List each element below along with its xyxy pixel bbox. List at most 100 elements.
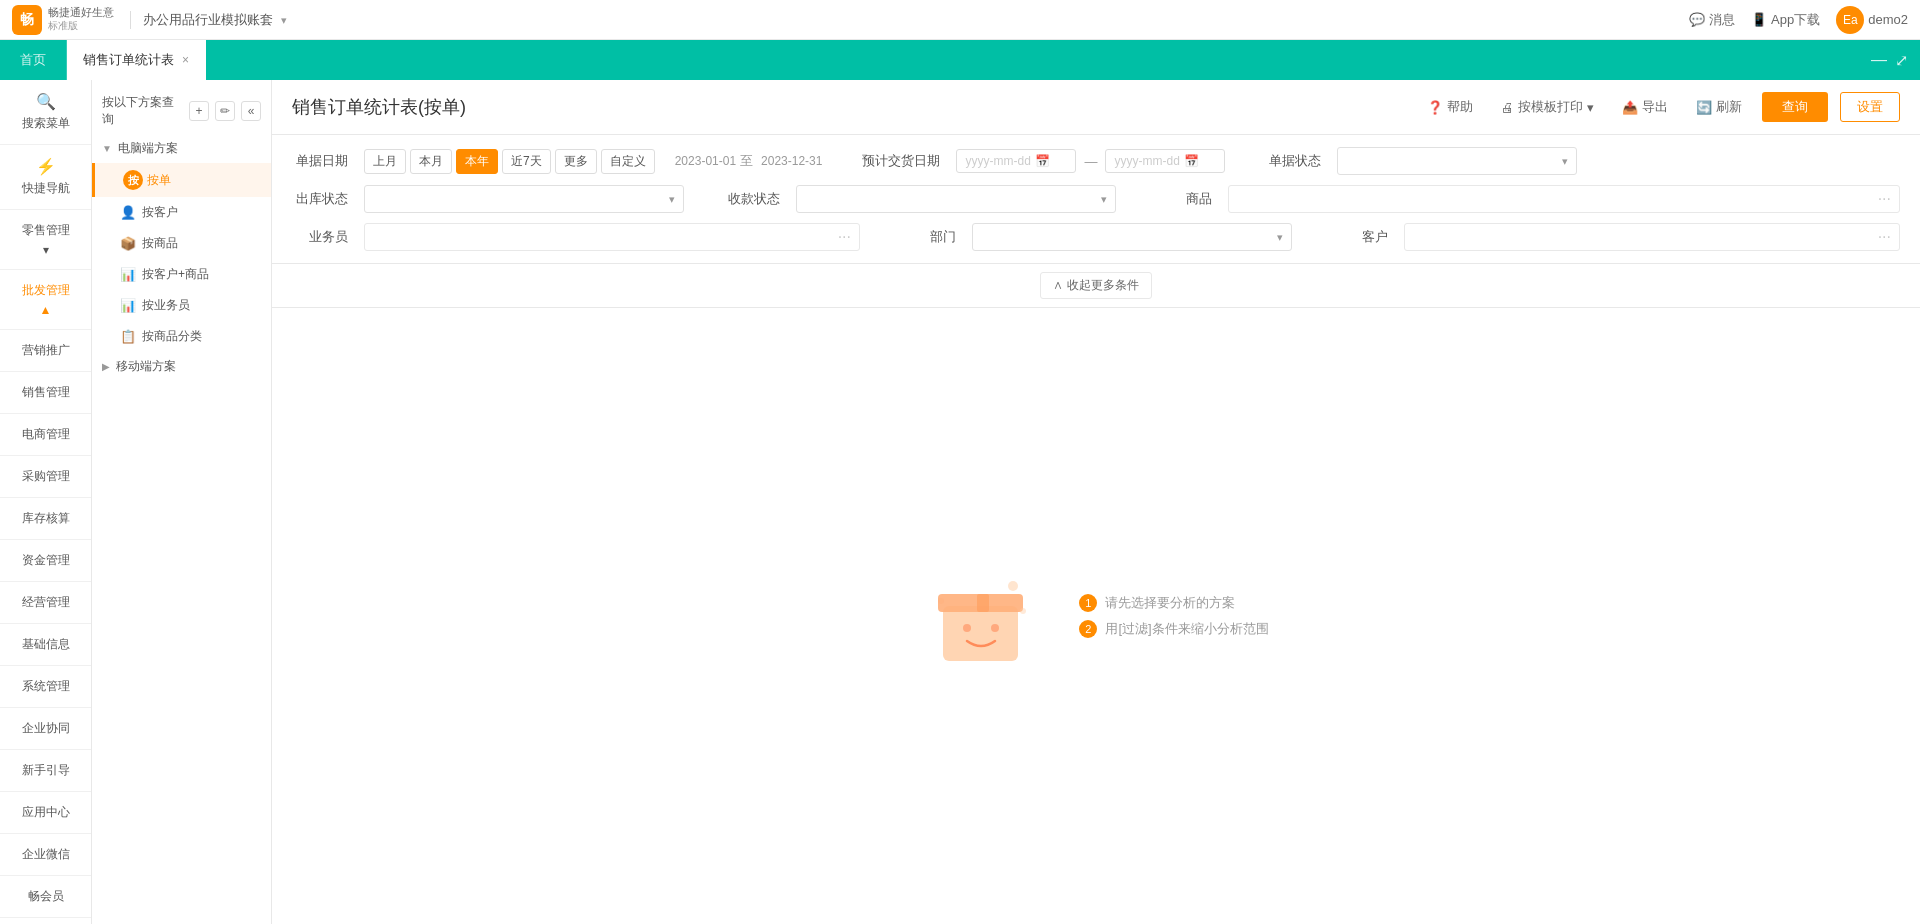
message-icon: 💬 <box>1689 12 1705 27</box>
tree-item-order[interactable]: 按 按单 <box>92 163 271 197</box>
top-bar-right: 💬 消息 📱 App下载 Ea demo2 <box>1689 6 1908 34</box>
message-btn[interactable]: 💬 消息 <box>1689 11 1735 29</box>
customer-label: 客户 <box>1332 228 1388 246</box>
sidebar-item-wholesale[interactable]: 批发管理 ▲ <box>0 270 91 330</box>
window-minimize-btn[interactable]: — <box>1871 51 1887 69</box>
tree-item-customer-goods[interactable]: 📊 按客户+商品 <box>92 259 271 290</box>
date-btn-this-year[interactable]: 本年 <box>456 149 498 174</box>
logo-area: 畅 畅捷通好生意 标准版 <box>12 5 114 35</box>
sidebar-item-guide[interactable]: 新手引导 <box>0 750 91 792</box>
payment-arrow: ▾ <box>1101 193 1107 206</box>
tree-item-goods[interactable]: 📦 按商品 <box>92 228 271 259</box>
customer-dots[interactable]: ··· <box>1878 228 1891 246</box>
sidebar-item-appcenter[interactable]: 应用中心 <box>0 792 91 834</box>
mobile-group-arrow: ▶ <box>102 361 110 372</box>
panel-collapse-btn[interactable]: « <box>241 101 261 121</box>
sidebar-item-purchase[interactable]: 采购管理 <box>0 456 91 498</box>
payment-status-select[interactable]: ▾ <box>796 185 1116 213</box>
sidebar-item-retail[interactable]: 零售管理 ▾ <box>0 210 91 270</box>
hint-num-1: 1 <box>1079 594 1097 612</box>
tree-item-category[interactable]: 📋 按商品分类 <box>92 321 271 352</box>
expected-date-range: yyyy-mm-dd 📅 — yyyy-mm-dd 📅 <box>956 149 1225 173</box>
print-icon: 🖨 <box>1501 100 1514 115</box>
app-title[interactable]: 办公用品行业模拟账套 ▾ <box>130 11 287 29</box>
sidebar-item-wechat[interactable]: 企业微信 <box>0 834 91 876</box>
pc-group-arrow: ▼ <box>102 143 112 154</box>
sidebar-item-marketing[interactable]: 营销推广 <box>0 330 91 372</box>
query-button[interactable]: 查询 <box>1762 92 1828 122</box>
refresh-btn[interactable]: 🔄 刷新 <box>1688 94 1750 120</box>
delivery-label: 出库状态 <box>292 190 348 208</box>
empty-hint-2: 2 用[过滤]条件来缩小分析范围 <box>1079 620 1268 638</box>
tree-mobile-section: ▶ 移动端方案 <box>92 352 271 381</box>
sidebar-item-ecommerce[interactable]: 电商管理 <box>0 414 91 456</box>
customer-icon: 👤 <box>120 205 136 220</box>
goods-input[interactable]: ··· <box>1228 185 1900 213</box>
logo-sub: 标准版 <box>48 19 114 33</box>
sidebar-item-enterprise[interactable]: 企业协同 <box>0 708 91 750</box>
date-btn-last-month[interactable]: 上月 <box>364 149 406 174</box>
tab-sales-stats[interactable]: 销售订单统计表 × <box>67 40 206 80</box>
customer-input[interactable]: ··· <box>1404 223 1900 251</box>
quicknav-icon: ⚡ <box>36 157 56 176</box>
export-btn[interactable]: 📤 导出 <box>1614 94 1676 120</box>
tab-bar-right: — ⤢ <box>1871 51 1920 70</box>
main-layout: 🔍 搜索菜单 ⚡ 快捷导航 零售管理 ▾ 批发管理 ▲ 营销推广 销售管理 电商… <box>0 80 1920 924</box>
svg-point-5 <box>1008 581 1018 591</box>
app-title-arrow: ▾ <box>281 14 287 26</box>
tree-pc-group[interactable]: ▼ 电脑端方案 <box>92 134 271 163</box>
panel-add-btn[interactable]: + <box>189 101 209 121</box>
panel-edit-btn[interactable]: ✏ <box>215 101 235 121</box>
salesperson-dots[interactable]: ··· <box>838 228 851 246</box>
sidebar-item-operations[interactable]: 经营管理 <box>0 582 91 624</box>
salesperson-input[interactable]: ··· <box>364 223 860 251</box>
logo-icon: 畅 <box>12 5 42 35</box>
empty-illustration <box>923 556 1043 676</box>
filter-row-1: 单据日期 上月 本月 本年 近7天 更多 自定义 2023-01-01 至 20… <box>292 147 1900 175</box>
filter-area: 单据日期 上月 本月 本年 近7天 更多 自定义 2023-01-01 至 20… <box>272 135 1920 264</box>
date-from-text: 2023-01-01 <box>675 154 736 168</box>
avatar: Ea <box>1836 6 1864 34</box>
sidebar-item-member[interactable]: 畅会员 <box>0 876 91 918</box>
dept-arrow: ▾ <box>1277 231 1283 244</box>
help-btn[interactable]: ❓ 帮助 <box>1419 94 1481 120</box>
tab-close-icon[interactable]: × <box>182 53 189 67</box>
sidebar-item-sales[interactable]: 销售管理 <box>0 372 91 414</box>
calendar-icon-2: 📅 <box>1184 154 1199 168</box>
filter-row-3: 业务员 ··· 部门 ▾ 客户 ··· <box>292 223 1900 251</box>
setting-button[interactable]: 设置 <box>1840 92 1900 122</box>
download-icon: 📱 <box>1751 12 1767 27</box>
window-maximize-btn[interactable]: ⤢ <box>1895 51 1908 70</box>
tree-item-salesperson[interactable]: 📊 按业务员 <box>92 290 271 321</box>
delivery-status-select[interactable]: ▾ <box>364 185 684 213</box>
sidebar-item-finance[interactable]: 资金管理 <box>0 540 91 582</box>
template-print-btn[interactable]: 🖨 按模板打印 ▾ <box>1493 94 1602 120</box>
tree-mobile-group[interactable]: ▶ 移动端方案 <box>92 352 271 381</box>
collapse-btn[interactable]: ∧ 收起更多条件 <box>1040 272 1151 299</box>
sidebar-item-quicknav[interactable]: ⚡ 快捷导航 <box>0 145 91 210</box>
date-btn-more[interactable]: 更多 <box>555 149 597 174</box>
app-download-btn[interactable]: 📱 App下载 <box>1751 11 1820 29</box>
date-btn-this-month[interactable]: 本月 <box>410 149 452 174</box>
goods-dots[interactable]: ··· <box>1878 190 1891 208</box>
tree-item-customer[interactable]: 👤 按客户 <box>92 197 271 228</box>
date-btn-custom[interactable]: 自定义 <box>601 149 655 174</box>
expected-date-to[interactable]: yyyy-mm-dd 📅 <box>1105 149 1225 173</box>
filter-row-2: 出库状态 ▾ 收款状态 ▾ 商品 ··· <box>292 185 1900 213</box>
svg-point-7 <box>1020 608 1026 614</box>
order-status-select[interactable]: ▾ <box>1337 147 1577 175</box>
svg-point-4 <box>991 624 999 632</box>
page-title: 销售订单统计表(按单) <box>292 95 466 119</box>
expected-date-from[interactable]: yyyy-mm-dd 📅 <box>956 149 1076 173</box>
svg-point-3 <box>963 624 971 632</box>
tab-home[interactable]: 首页 <box>0 40 67 80</box>
sidebar-item-basic-info[interactable]: 基础信息 <box>0 624 91 666</box>
department-select[interactable]: ▾ <box>972 223 1292 251</box>
export-icon: 📤 <box>1622 100 1638 115</box>
sidebar-item-system[interactable]: 系统管理 <box>0 666 91 708</box>
sidebar-item-search[interactable]: 🔍 搜索菜单 <box>0 80 91 145</box>
sidebar-item-inventory[interactable]: 库存核算 <box>0 498 91 540</box>
cg-icon: 📊 <box>120 267 136 282</box>
date-btn-7days[interactable]: 近7天 <box>502 149 551 174</box>
user-menu[interactable]: Ea demo2 <box>1836 6 1908 34</box>
